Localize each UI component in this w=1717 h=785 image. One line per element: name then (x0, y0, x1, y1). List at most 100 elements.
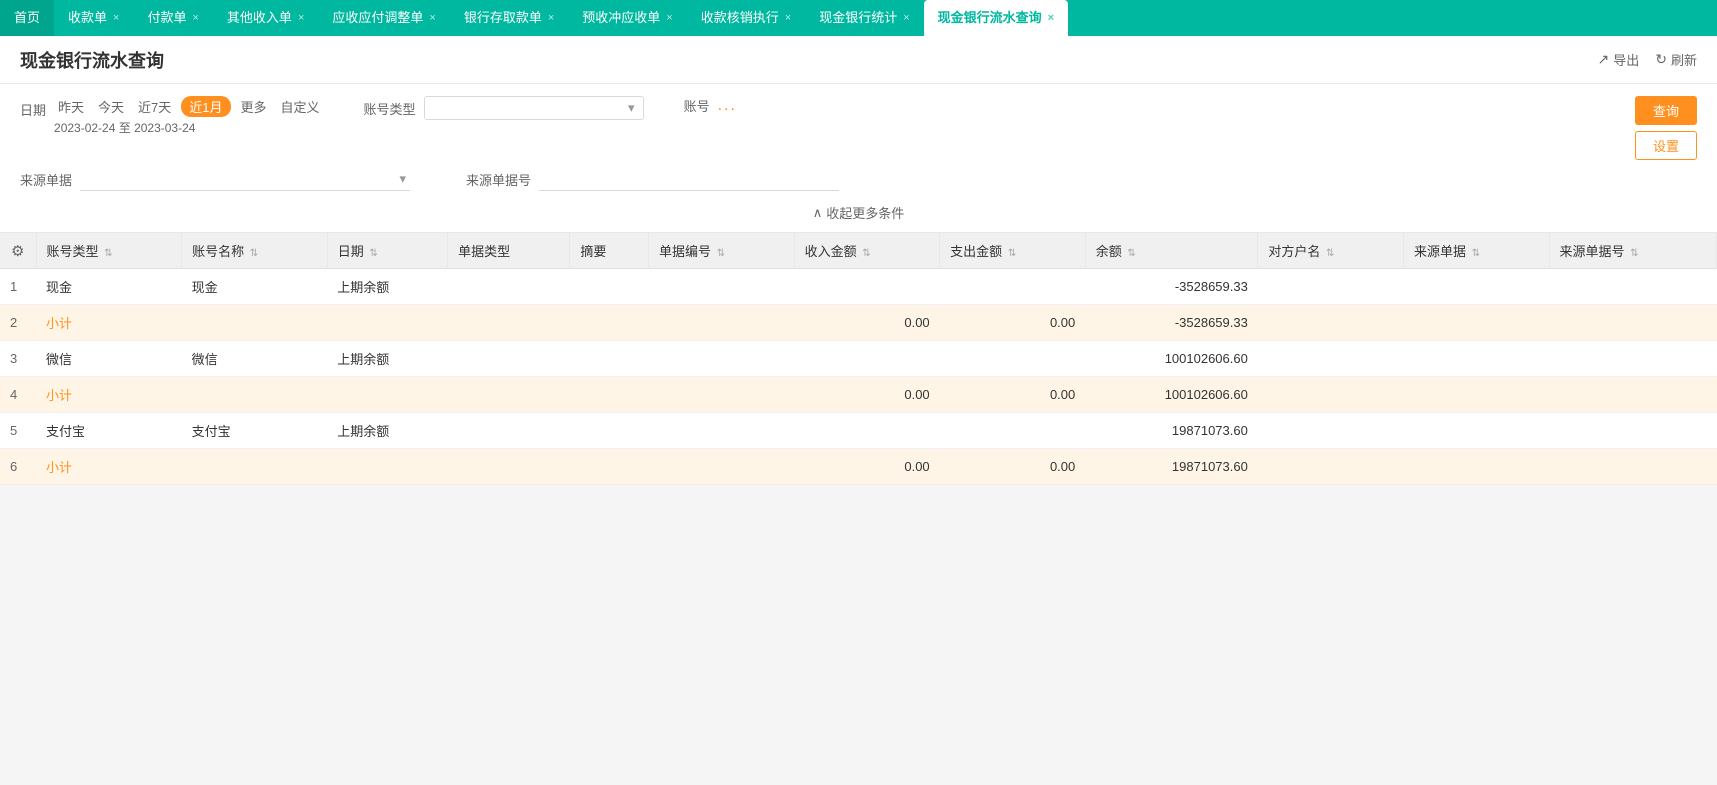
row-number: 5 (0, 413, 36, 449)
summary-cell (570, 341, 649, 377)
sort-icon[interactable]: ⇅ (1127, 248, 1135, 259)
close-icon[interactable]: × (903, 0, 909, 36)
date-cell: 上期余额 (327, 341, 447, 377)
close-icon[interactable]: × (113, 0, 119, 36)
shortcut-7days[interactable]: 近7天 (134, 96, 175, 117)
doc-no-cell (648, 377, 794, 413)
nav-prepay[interactable]: 预收冲应收单 × (568, 0, 686, 36)
close-icon[interactable]: × (429, 0, 435, 36)
shortcut-custom[interactable]: 自定义 (277, 96, 324, 117)
expense-cell (940, 413, 1086, 449)
balance-cell: 100102606.60 (1085, 341, 1258, 377)
account-type-cell: 支付宝 (36, 413, 182, 449)
shortcut-today[interactable]: 今天 (94, 96, 128, 117)
source-doc-cell (1403, 305, 1549, 341)
sort-icon[interactable]: ⇅ (1472, 248, 1480, 259)
refresh-button[interactable]: ↻ 刷新 (1655, 50, 1697, 69)
income-cell: 0.00 (794, 449, 940, 485)
income-cell: 0.00 (794, 305, 940, 341)
sort-icon[interactable]: ⇅ (104, 248, 112, 259)
date-filter-col: 日期 昨天 今天 近7天 近1月 更多 自定义 2023-02-24 至 202… (20, 96, 324, 136)
source-doc-no-label: 来源单据号 (466, 170, 531, 189)
close-icon[interactable]: × (298, 0, 304, 36)
nav-bank-stats[interactable]: 现金银行统计 × (805, 0, 923, 36)
date-cell (327, 377, 447, 413)
th-doc-type: 单据类型 (448, 233, 570, 269)
nav-collection[interactable]: 收款核销执行 × (687, 0, 805, 36)
source-doc-select[interactable]: ▾ (80, 168, 410, 191)
balance-cell: 19871073.60 (1085, 449, 1258, 485)
date-cell: 上期余额 (327, 413, 447, 449)
account-name-cell: 微信 (182, 341, 328, 377)
table-container: ⚙ 账号类型 ⇅ 账号名称 ⇅ 日期 ⇅ 单据类型 摘要 单据编号 (0, 233, 1717, 485)
export-button[interactable]: ↗ 导出 (1598, 50, 1640, 69)
data-table: ⚙ 账号类型 ⇅ 账号名称 ⇅ 日期 ⇅ 单据类型 摘要 单据编号 (0, 233, 1717, 485)
doc-no-cell (648, 413, 794, 449)
close-icon[interactable]: × (785, 0, 791, 36)
close-icon[interactable]: × (666, 0, 672, 36)
sort-icon[interactable]: ⇅ (1326, 248, 1334, 259)
summary-cell (570, 305, 649, 341)
account-dots-button[interactable]: ... (718, 97, 737, 115)
refresh-icon: ↻ (1655, 51, 1667, 68)
sort-icon[interactable]: ⇅ (1630, 248, 1638, 259)
table-row: 5支付宝支付宝上期余额19871073.60 (0, 413, 1717, 449)
expense-cell: 0.00 (940, 377, 1086, 413)
table-row: 6小计0.000.0019871073.60 (0, 449, 1717, 485)
settings-button[interactable]: 设置 (1635, 131, 1697, 160)
doc-type-cell (448, 305, 570, 341)
summary-cell (570, 269, 649, 305)
source-doc-no-input[interactable] (539, 169, 839, 191)
th-source-doc: 来源单据 ⇅ (1403, 233, 1549, 269)
summary-cell (570, 449, 649, 485)
nav-receipt[interactable]: 收款单 × (54, 0, 133, 36)
account-name-cell (182, 377, 328, 413)
source-doc-label: 来源单据 (20, 170, 72, 189)
table-row: 3微信微信上期余额100102606.60 (0, 341, 1717, 377)
doc-no-cell (648, 341, 794, 377)
account-type-select[interactable]: ▾ (424, 96, 644, 120)
sort-icon[interactable]: ⇅ (862, 248, 870, 259)
close-icon[interactable]: × (548, 0, 554, 36)
nav-adjustment[interactable]: 应收应付调整单 × (318, 0, 449, 36)
sort-icon[interactable]: ⇅ (369, 248, 377, 259)
source-doc-no-col: 来源单据号 (466, 169, 839, 191)
row-number: 1 (0, 269, 36, 305)
nav-other-income[interactable]: 其他收入单 × (213, 0, 318, 36)
nav-bank-deposit[interactable]: 银行存取款单 × (450, 0, 568, 36)
account-type-cell: 小计 (36, 449, 182, 485)
collapse-bar[interactable]: ∧ 收起更多条件 (20, 199, 1697, 224)
counterparty-cell (1258, 269, 1404, 305)
income-cell (794, 269, 940, 305)
nav-bank-flow[interactable]: 现金银行流水查询 × (924, 0, 1068, 36)
shortcut-1month[interactable]: 近1月 (181, 96, 230, 117)
counterparty-cell (1258, 449, 1404, 485)
search-button[interactable]: 查询 (1635, 96, 1697, 125)
source-doc-cell (1403, 269, 1549, 305)
close-icon[interactable]: × (192, 0, 198, 36)
balance-cell: 19871073.60 (1085, 413, 1258, 449)
sort-icon[interactable]: ⇅ (717, 248, 725, 259)
th-balance: 余额 ⇅ (1085, 233, 1258, 269)
th-date: 日期 ⇅ (327, 233, 447, 269)
account-type-cell: 小计 (36, 305, 182, 341)
row-number: 2 (0, 305, 36, 341)
th-income: 收入金额 ⇅ (794, 233, 940, 269)
expense-cell: 0.00 (940, 305, 1086, 341)
income-cell (794, 413, 940, 449)
sort-icon[interactable]: ⇅ (1008, 248, 1016, 259)
gear-icon[interactable]: ⚙ (11, 243, 24, 260)
nav-home[interactable]: 首页 (0, 0, 54, 36)
income-cell (794, 341, 940, 377)
shortcut-more[interactable]: 更多 (237, 96, 271, 117)
th-counterparty: 对方户名 ⇅ (1258, 233, 1404, 269)
sort-icon[interactable]: ⇅ (250, 248, 258, 259)
chevron-up-icon: ∧ (813, 205, 823, 221)
nav-payment[interactable]: 付款单 × (133, 0, 212, 36)
th-account-type: 账号类型 ⇅ (36, 233, 182, 269)
close-icon[interactable]: × (1048, 0, 1054, 36)
expense-cell (940, 341, 1086, 377)
source-doc-no-cell (1549, 341, 1716, 377)
shortcut-yesterday[interactable]: 昨天 (54, 96, 88, 117)
counterparty-cell (1258, 341, 1404, 377)
